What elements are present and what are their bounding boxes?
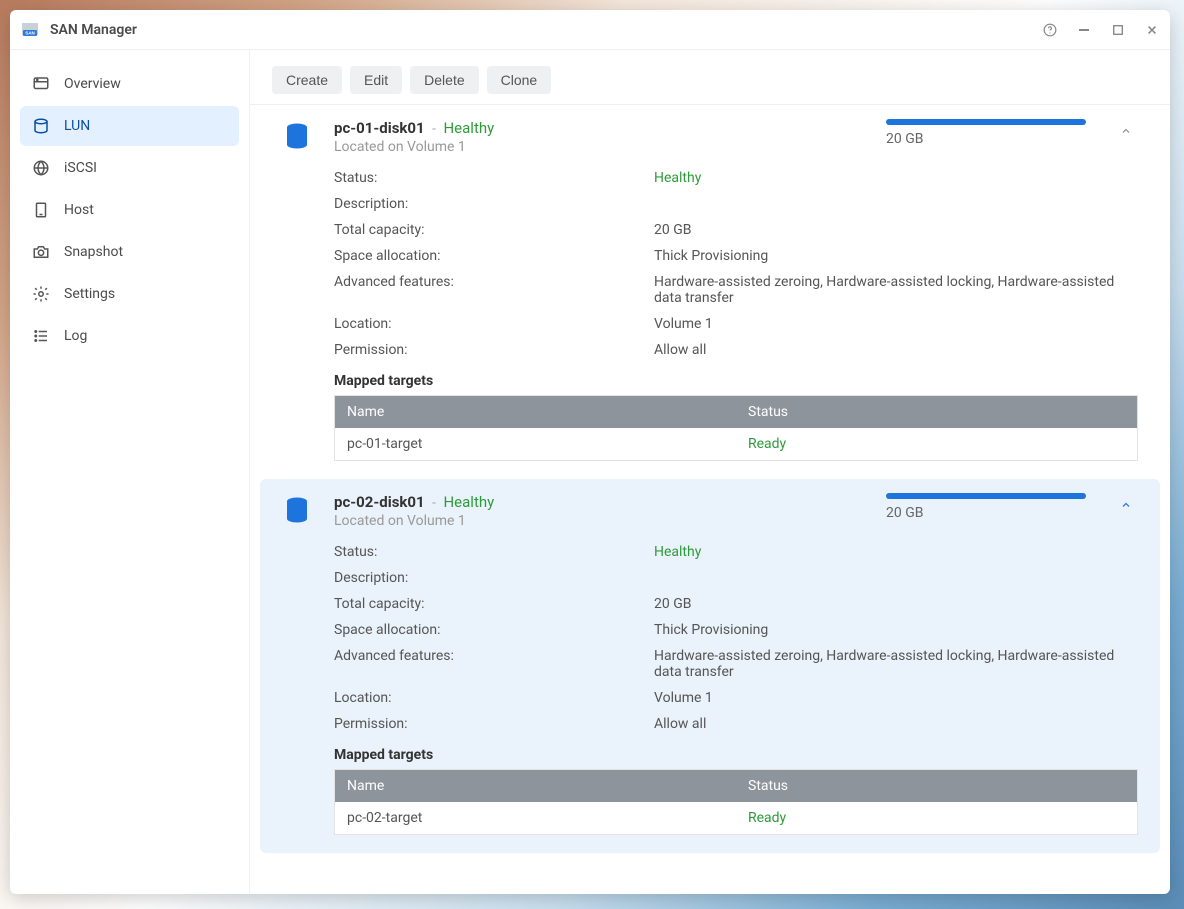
sidebar-item-label: Overview <box>64 76 121 92</box>
sidebar-item-overview[interactable]: Overview <box>20 64 239 104</box>
lun-icon <box>32 117 56 135</box>
sidebar-item-snapshot[interactable]: Snapshot <box>20 232 239 272</box>
value-status: Healthy <box>654 170 1138 186</box>
lun-header: pc-01-disk01 - Healthy Located on Volume… <box>282 119 1138 155</box>
target-name: pc-02-target <box>335 802 737 835</box>
value-advanced: Hardware-assisted zeroing, Hardware-assi… <box>654 274 1138 306</box>
col-status: Status <box>736 770 1138 803</box>
sidebar-item-lun[interactable]: LUN <box>20 106 239 146</box>
lun-location-sub: Located on Volume 1 <box>334 513 734 529</box>
label-advanced: Advanced features: <box>334 648 654 680</box>
lun-health: Healthy <box>443 493 494 511</box>
minimize-icon[interactable] <box>1076 22 1092 38</box>
sidebar-item-iscsi[interactable]: iSCSI <box>20 148 239 188</box>
label-description: Description: <box>334 570 654 586</box>
target-status: Ready <box>736 802 1138 835</box>
usage-bar <box>886 493 1086 499</box>
sidebar-item-log[interactable]: Log <box>20 316 239 356</box>
value-allocation: Thick Provisioning <box>654 622 1138 638</box>
sidebar-item-label: Snapshot <box>64 244 123 260</box>
label-capacity: Total capacity: <box>334 222 654 238</box>
col-name: Name <box>335 396 737 429</box>
label-allocation: Space allocation: <box>334 622 654 638</box>
mapped-targets-table: Name Status pc-01-target Ready <box>334 395 1138 461</box>
sidebar-item-label: LUN <box>64 118 90 134</box>
target-status: Ready <box>736 428 1138 461</box>
lun-size: 20 GB <box>886 505 1106 521</box>
table-row[interactable]: pc-02-target Ready <box>335 802 1138 835</box>
titlebar: SAN SAN Manager <box>10 10 1170 50</box>
value-advanced: Hardware-assisted zeroing, Hardware-assi… <box>654 648 1138 680</box>
separator: - <box>432 121 436 137</box>
label-advanced: Advanced features: <box>334 274 654 306</box>
san-manager-window: SAN SAN Manager Overview LUN iSCSI <box>10 10 1170 894</box>
delete-button[interactable]: Delete <box>410 66 478 94</box>
main-content: Create Edit Delete Clone pc-01-disk01 - … <box>250 50 1170 894</box>
sidebar-item-label: iSCSI <box>64 160 97 176</box>
value-description <box>654 570 1138 586</box>
label-capacity: Total capacity: <box>334 596 654 612</box>
lun-name: pc-02-disk01 <box>334 493 425 511</box>
sidebar: Overview LUN iSCSI Host Snapshot Setting… <box>10 50 250 894</box>
mapped-targets-title: Mapped targets <box>334 747 1138 763</box>
collapse-icon[interactable] <box>1114 119 1138 147</box>
col-name: Name <box>335 770 737 803</box>
label-status: Status: <box>334 544 654 560</box>
sidebar-item-label: Settings <box>64 286 115 302</box>
maximize-icon[interactable] <box>1110 22 1126 38</box>
target-name: pc-01-target <box>335 428 737 461</box>
value-status: Healthy <box>654 544 1138 560</box>
mapped-targets-table: Name Status pc-02-target Ready <box>334 769 1138 835</box>
col-status: Status <box>736 396 1138 429</box>
label-description: Description: <box>334 196 654 212</box>
close-icon[interactable] <box>1144 22 1160 38</box>
label-location: Location: <box>334 690 654 706</box>
app-icon: SAN <box>20 20 40 40</box>
label-permission: Permission: <box>334 342 654 358</box>
table-row[interactable]: pc-01-target Ready <box>335 428 1138 461</box>
usage-bar <box>886 119 1086 125</box>
sidebar-item-label: Host <box>64 202 94 218</box>
value-permission: Allow all <box>654 342 1138 358</box>
sidebar-item-label: Log <box>64 328 87 344</box>
clone-button[interactable]: Clone <box>487 66 552 94</box>
value-permission: Allow all <box>654 716 1138 732</box>
log-icon <box>32 327 56 345</box>
value-capacity: 20 GB <box>654 596 1138 612</box>
lun-location-sub: Located on Volume 1 <box>334 139 734 155</box>
app-title: SAN Manager <box>50 22 1042 38</box>
label-allocation: Space allocation: <box>334 248 654 264</box>
value-description <box>654 196 1138 212</box>
toolbar: Create Edit Delete Clone <box>250 66 1170 105</box>
gear-icon <box>32 285 56 303</box>
value-capacity: 20 GB <box>654 222 1138 238</box>
camera-icon <box>32 243 56 261</box>
label-location: Location: <box>334 316 654 332</box>
lun-card[interactable]: pc-02-disk01 - Healthy Located on Volume… <box>260 479 1160 853</box>
globe-icon <box>32 159 56 177</box>
lun-health: Healthy <box>443 119 494 137</box>
collapse-icon[interactable] <box>1114 493 1138 521</box>
value-allocation: Thick Provisioning <box>654 248 1138 264</box>
create-button[interactable]: Create <box>272 66 342 94</box>
mapped-targets-title: Mapped targets <box>334 373 1138 389</box>
separator: - <box>432 495 436 511</box>
value-location: Volume 1 <box>654 690 1138 706</box>
lun-size: 20 GB <box>886 131 1106 147</box>
help-icon[interactable] <box>1042 22 1058 38</box>
sidebar-item-settings[interactable]: Settings <box>20 274 239 314</box>
label-status: Status: <box>334 170 654 186</box>
sidebar-item-host[interactable]: Host <box>20 190 239 230</box>
svg-text:SAN: SAN <box>25 30 35 35</box>
storage-icon <box>282 493 322 529</box>
overview-icon <box>32 75 56 93</box>
lun-card[interactable]: pc-01-disk01 - Healthy Located on Volume… <box>260 105 1160 479</box>
lun-header: pc-02-disk01 - Healthy Located on Volume… <box>282 493 1138 529</box>
label-permission: Permission: <box>334 716 654 732</box>
host-icon <box>32 201 56 219</box>
storage-icon <box>282 119 322 155</box>
lun-name: pc-01-disk01 <box>334 119 425 137</box>
edit-button[interactable]: Edit <box>350 66 402 94</box>
value-location: Volume 1 <box>654 316 1138 332</box>
